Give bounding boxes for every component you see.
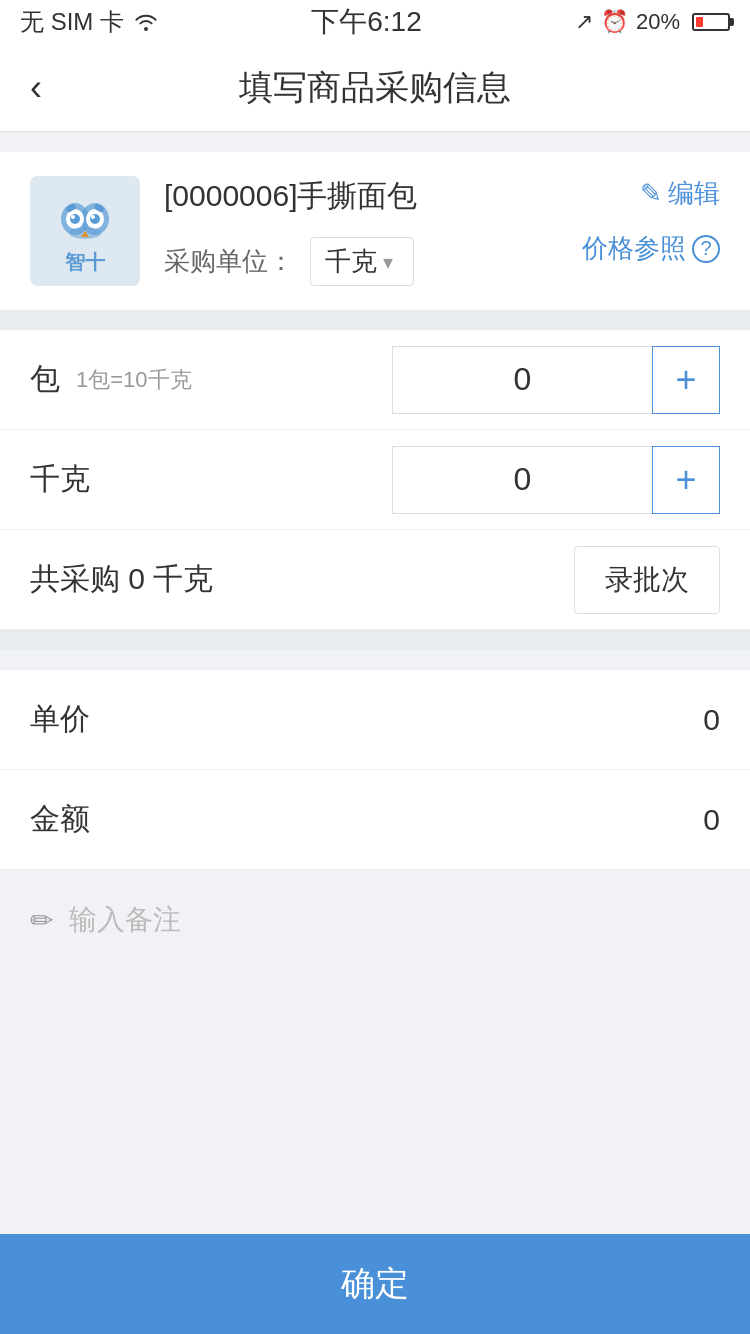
- product-name: [0000006]手撕面包: [164, 176, 558, 217]
- kg-input-row: 千克 +: [0, 430, 750, 530]
- status-time: 下午6:12: [311, 3, 422, 41]
- confirm-button[interactable]: 确定: [0, 1234, 750, 1334]
- price-section: 单价 0 金额 0: [0, 670, 750, 870]
- edit-label: 编辑: [668, 176, 720, 211]
- amount-row: 金额 0: [0, 770, 750, 870]
- record-batch-button[interactable]: 录批次: [574, 546, 720, 614]
- location-icon: ↗: [575, 9, 593, 35]
- svg-point-7: [91, 215, 95, 219]
- bag-label: 包: [30, 359, 60, 400]
- bag-qty-input[interactable]: [392, 346, 652, 414]
- svg-point-5: [90, 214, 100, 224]
- unit-label: 采购单位：: [164, 244, 294, 279]
- kg-input-right: +: [392, 446, 720, 514]
- svg-point-6: [71, 215, 75, 219]
- unit-price-value: 0: [703, 703, 720, 737]
- bag-plus-button[interactable]: +: [652, 346, 720, 414]
- edit-icon: ✎: [640, 178, 662, 209]
- edit-button[interactable]: ✎ 编辑: [640, 176, 720, 211]
- amount-value: 0: [703, 803, 720, 837]
- product-info: [0000006]手撕面包 采购单位： 千克 ▾: [164, 176, 558, 286]
- battery-percent: 20%: [636, 9, 680, 35]
- kg-label: 千克: [30, 459, 90, 500]
- nav-bar: ‹ 填写商品采购信息: [0, 44, 750, 132]
- price-ref-label: 价格参照: [582, 231, 686, 266]
- unit-value: 千克: [325, 244, 377, 279]
- product-image: 智十: [30, 176, 140, 286]
- price-ref-button[interactable]: 价格参照 ?: [582, 231, 720, 266]
- status-left: 无 SIM 卡: [20, 6, 158, 38]
- input-section: 包 1包=10千克 + 千克 + 共采购 0 千克 录批次: [0, 330, 750, 630]
- alarm-icon: ⏰: [601, 9, 628, 35]
- section-divider-1: [0, 310, 750, 330]
- amount-label: 金额: [30, 799, 90, 840]
- status-right: ↗ ⏰ 20%: [575, 9, 730, 35]
- unit-select[interactable]: 千克 ▾: [310, 237, 414, 286]
- battery-icon: [692, 13, 730, 31]
- product-unit-row: 采购单位： 千克 ▾: [164, 237, 558, 286]
- total-row: 共采购 0 千克 录批次: [0, 530, 750, 630]
- unit-price-row: 单价 0: [0, 670, 750, 770]
- owl-icon: [50, 187, 120, 247]
- note-section[interactable]: ✏ 输入备注: [0, 870, 750, 970]
- chevron-down-icon: ▾: [383, 250, 393, 274]
- wifi-icon: [134, 13, 158, 31]
- bag-label-group: 包 1包=10千克: [30, 359, 192, 400]
- sim-status: 无 SIM 卡: [20, 6, 124, 38]
- battery-fill: [696, 17, 703, 27]
- bag-input-right: +: [392, 346, 720, 414]
- kg-qty-input[interactable]: [392, 446, 652, 514]
- page-title: 填写商品采购信息: [239, 65, 511, 111]
- bag-sublabel: 1包=10千克: [76, 365, 192, 395]
- kg-label-group: 千克: [30, 459, 90, 500]
- section-divider-2: [0, 630, 750, 650]
- note-placeholder: 输入备注: [69, 901, 181, 939]
- product-logo: 智十: [30, 176, 140, 286]
- product-actions: ✎ 编辑 价格参照 ?: [582, 176, 720, 266]
- kg-plus-button[interactable]: +: [652, 446, 720, 514]
- note-pencil-icon: ✏: [30, 904, 53, 937]
- back-button[interactable]: ‹: [30, 67, 42, 109]
- product-card: 智十 [0000006]手撕面包 采购单位： 千克 ▾ ✎ 编辑 价格参照 ?: [0, 152, 750, 310]
- bag-input-row: 包 1包=10千克 +: [0, 330, 750, 430]
- help-icon: ?: [692, 235, 720, 263]
- total-text: 共采购 0 千克: [30, 559, 213, 600]
- unit-price-label: 单价: [30, 699, 90, 740]
- svg-point-4: [70, 214, 80, 224]
- status-bar: 无 SIM 卡 下午6:12 ↗ ⏰ 20%: [0, 0, 750, 44]
- logo-text: 智十: [65, 249, 105, 276]
- empty-space: [0, 970, 750, 1270]
